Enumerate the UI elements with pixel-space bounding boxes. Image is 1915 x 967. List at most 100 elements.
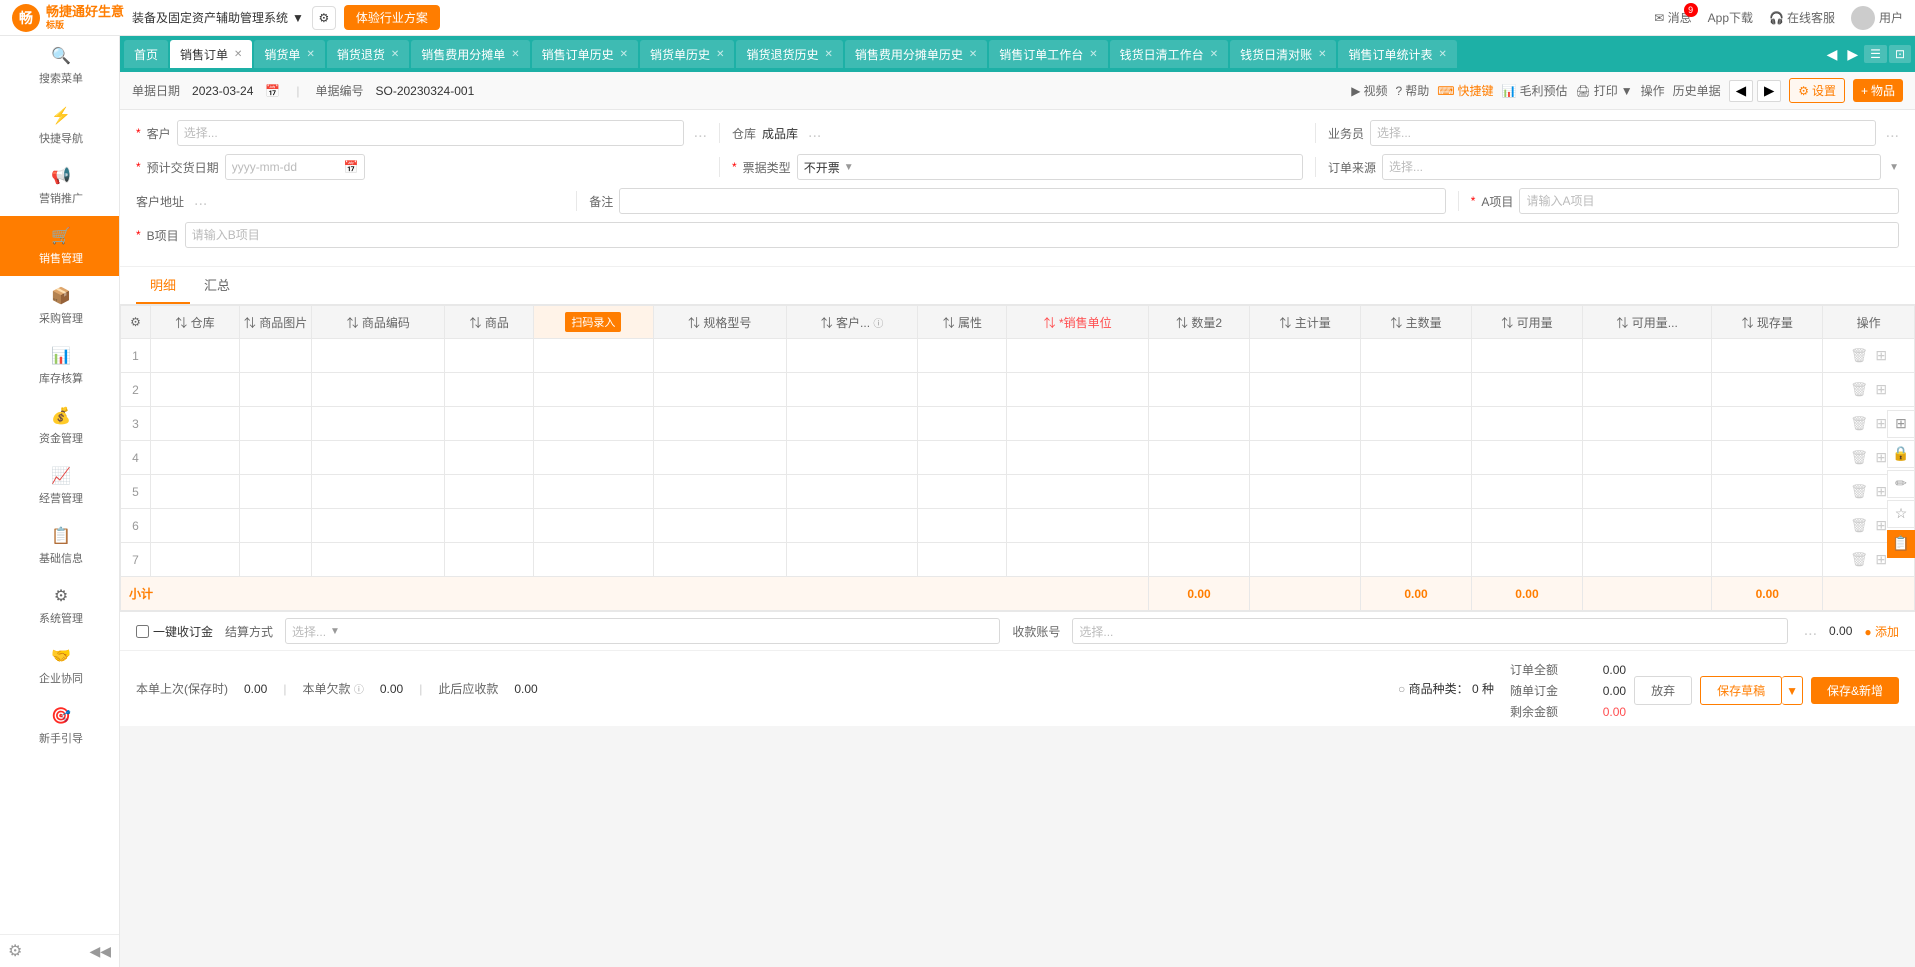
account-more-icon[interactable]: ... — [1804, 622, 1817, 640]
row-5-main-qty[interactable] — [1361, 475, 1472, 509]
row-5-main-unit[interactable] — [1250, 475, 1361, 509]
row-4-available2[interactable] — [1582, 441, 1711, 475]
scan-button[interactable]: 扫码录入 — [565, 312, 621, 332]
sort-warehouse-icon[interactable]: ⇅ — [175, 316, 187, 330]
tab-fullscreen-btn[interactable]: ⊡ — [1889, 45, 1911, 63]
print-btn[interactable]: 🖨 打印 ▼ — [1576, 82, 1633, 99]
tab-next-btn[interactable]: ▶ — [1843, 45, 1862, 63]
row-4-delete-icon[interactable]: 🗑 — [1850, 449, 1868, 465]
solution-button[interactable]: 体验行业方案 — [344, 5, 440, 30]
row-2-warehouse[interactable] — [151, 373, 240, 407]
float-btn-1[interactable]: ⊞ — [1887, 410, 1915, 438]
row-3-unit[interactable] — [1007, 407, 1149, 441]
tab-detail[interactable]: 明细 — [136, 267, 190, 304]
tab-invoice-history-close[interactable]: ✕ — [716, 49, 724, 60]
row-1-delete-icon[interactable]: 🗑 — [1850, 347, 1868, 363]
sidebar-item-finance[interactable]: 💰 资金管理 — [0, 396, 119, 456]
tab-sales-order-history[interactable]: 销售订单历史 ✕ — [532, 40, 638, 68]
row-5-copy-icon[interactable]: ⊞ — [1875, 483, 1887, 499]
row-1-main-unit[interactable] — [1250, 339, 1361, 373]
sidebar-item-enterprise[interactable]: 🤝 企业协同 — [0, 636, 119, 696]
row-7-qty2[interactable] — [1148, 543, 1249, 577]
tab-prev-btn[interactable]: ◀ — [1823, 45, 1842, 63]
row-4-name[interactable] — [445, 441, 534, 475]
row-3-qty2[interactable] — [1148, 407, 1249, 441]
row-1-code[interactable] — [312, 339, 445, 373]
row-4-warehouse[interactable] — [151, 441, 240, 475]
tab-sales-order-history-close[interactable]: ✕ — [620, 49, 628, 60]
row-4-main-qty[interactable] — [1361, 441, 1472, 475]
row-3-code[interactable] — [312, 407, 445, 441]
warehouse-more-icon[interactable]: ... — [808, 124, 821, 142]
row-6-copy-icon[interactable]: ⊞ — [1875, 517, 1887, 533]
row-4-customer-code[interactable] — [786, 441, 918, 475]
row-6-warehouse[interactable] — [151, 509, 240, 543]
address-more-icon[interactable]: ... — [194, 192, 207, 210]
shortcut-btn[interactable]: ⌨ 快捷键 — [1437, 82, 1493, 99]
sort-main-unit-icon[interactable]: ⇅ — [1279, 316, 1291, 330]
tab-order-workbench-close[interactable]: ✕ — [1089, 49, 1097, 60]
salesperson-more-icon[interactable]: ... — [1886, 124, 1899, 142]
b-project-input[interactable] — [185, 222, 1899, 248]
customer-input[interactable] — [177, 120, 684, 146]
page-prev-btn[interactable]: ◀ — [1729, 80, 1753, 102]
row-2-unit[interactable] — [1007, 373, 1149, 407]
row-2-qty2[interactable] — [1148, 373, 1249, 407]
sidebar-item-system[interactable]: ⚙ 系统管理 — [0, 576, 119, 636]
save-draft-arrow-btn[interactable]: ▼ — [1782, 676, 1803, 705]
row-6-available2[interactable] — [1582, 509, 1711, 543]
float-btn-3[interactable]: ✏ — [1887, 470, 1915, 498]
row-7-delete-icon[interactable]: 🗑 — [1850, 551, 1868, 567]
row-3-available[interactable] — [1471, 407, 1582, 441]
row-6-main-qty[interactable] — [1361, 509, 1472, 543]
remarks-input[interactable] — [619, 188, 1445, 214]
col-header-settings[interactable]: ⚙ — [121, 306, 151, 339]
tab-return-history[interactable]: 销货退货历史 ✕ — [736, 40, 842, 68]
tab-menu-btn[interactable]: ☰ — [1864, 45, 1887, 63]
profit-btn[interactable]: 📊 毛利预估 — [1502, 82, 1568, 99]
sidebar-item-basic-info[interactable]: 📋 基础信息 — [0, 516, 119, 576]
row-6-attr[interactable] — [918, 509, 1007, 543]
tab-summary[interactable]: 汇总 — [190, 267, 244, 304]
row-7-copy-icon[interactable]: ⊞ — [1875, 551, 1887, 567]
salesperson-input[interactable] — [1370, 120, 1876, 146]
tab-reconciliation[interactable]: 钱货日清对账 ✕ — [1230, 40, 1336, 68]
notification-bell[interactable]: ✉ 消息 9 — [1654, 9, 1691, 26]
sidebar-item-marketing[interactable]: 📢 营销推广 — [0, 156, 119, 216]
row-6-image[interactable] — [239, 509, 311, 543]
row-2-delete-icon[interactable]: 🗑 — [1850, 381, 1868, 397]
system-dropdown[interactable]: 装备及固定资产辅助管理系统 ▼ — [132, 9, 304, 26]
row-7-available[interactable] — [1471, 543, 1582, 577]
row-1-unit[interactable] — [1007, 339, 1149, 373]
row-6-stock[interactable] — [1712, 509, 1823, 543]
save-draft-button[interactable]: 保存草稿 — [1700, 676, 1782, 705]
sidebar-item-purchase[interactable]: 📦 采购管理 — [0, 276, 119, 336]
row-4-copy-icon[interactable]: ⊞ — [1875, 449, 1887, 465]
row-5-image[interactable] — [239, 475, 311, 509]
row-4-available[interactable] — [1471, 441, 1582, 475]
a-project-input[interactable] — [1519, 188, 1899, 214]
row-1-image[interactable] — [239, 339, 311, 373]
row-3-available2[interactable] — [1582, 407, 1711, 441]
row-2-code[interactable] — [312, 373, 445, 407]
invoice-select[interactable]: 不开票 ▼ — [797, 154, 1303, 180]
row-4-main-unit[interactable] — [1250, 441, 1361, 475]
row-5-attr[interactable] — [918, 475, 1007, 509]
row-1-spec[interactable] — [653, 339, 786, 373]
row-4-unit[interactable] — [1007, 441, 1149, 475]
one-click-checkbox[interactable] — [136, 625, 149, 638]
tab-sales-return-close[interactable]: ✕ — [391, 49, 399, 60]
row-3-copy-icon[interactable]: ⊞ — [1875, 415, 1887, 431]
row-4-attr[interactable] — [918, 441, 1007, 475]
sort-attr-icon[interactable]: ⇅ — [943, 316, 955, 330]
sort-customer-code-icon[interactable]: ⇅ — [821, 316, 833, 330]
row-5-spec[interactable] — [653, 475, 786, 509]
row-6-unit[interactable] — [1007, 509, 1149, 543]
row-5-name[interactable] — [445, 475, 534, 509]
row-5-available[interactable] — [1471, 475, 1582, 509]
online-service-link[interactable]: 🎧 在线客服 — [1769, 9, 1835, 26]
sort-code-icon[interactable]: ⇅ — [347, 316, 359, 330]
tab-expense-history[interactable]: 销售费用分摊单历史 ✕ — [845, 40, 987, 68]
row-7-main-unit[interactable] — [1250, 543, 1361, 577]
sidebar-item-sales[interactable]: 🛒 销售管理 — [0, 216, 119, 276]
